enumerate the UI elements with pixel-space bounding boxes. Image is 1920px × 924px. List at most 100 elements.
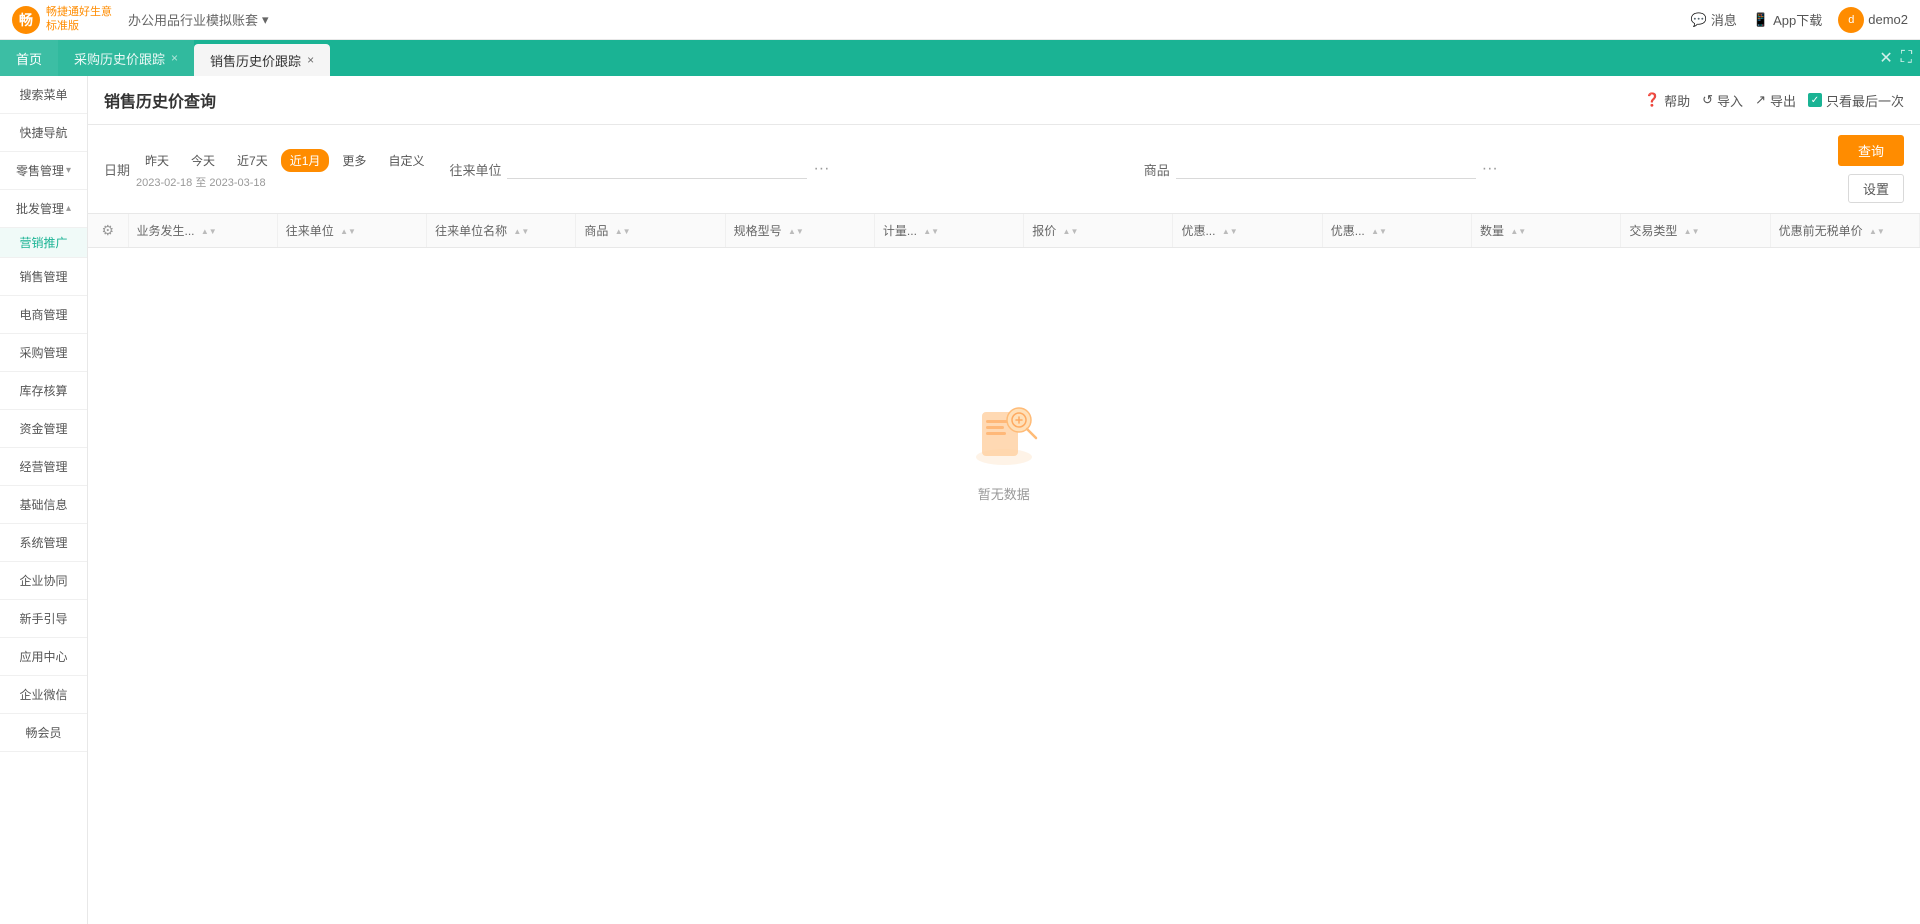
data-table: ⚙ 业务发生... ▲▼ 往来单位 ▲▼ 往来单位名称 ▲▼ [88,214,1920,648]
chevron-down-retail-icon: ▾ [66,165,71,176]
page-title: 销售历史价查询 [104,88,216,112]
sidebar-item-ecommerce[interactable]: 电商管理 [0,296,87,334]
date-btn-today[interactable]: 今天 [182,149,224,172]
avatar: d [1838,7,1864,33]
import-btn[interactable]: ↺ 导入 [1702,91,1743,110]
query-button[interactable]: 查询 [1838,135,1904,166]
sidebar-item-basic[interactable]: 基础信息 [0,486,87,524]
sidebar-item-finance[interactable]: 资金管理 [0,410,87,448]
user-menu[interactable]: d demo2 [1838,7,1908,33]
logo-text: 畅捷通好生意 标准版 [46,6,112,32]
sales-history-tab-label: 销售历史价跟踪 [210,51,301,70]
sidebar-item-shortcuts[interactable]: 快捷导航 [0,114,87,152]
product-input[interactable] [1176,159,1476,179]
sidebar-item-app-center[interactable]: 应用中心 [0,638,87,676]
settings-button[interactable]: 设置 [1848,174,1904,203]
partner-label: 往来单位 [449,160,501,179]
th-spec-label: 规格型号 [734,224,782,238]
th-product[interactable]: 商品 ▲▼ [576,214,725,248]
th-spec[interactable]: 规格型号 ▲▼ [725,214,874,248]
sort-arrows-price: ▲▼ [1063,227,1079,236]
sort-arrows-discount1: ▲▼ [1222,227,1238,236]
app-download-btn[interactable]: 📱 App下载 [1753,10,1822,29]
th-quantity[interactable]: 数量 ▲▼ [1472,214,1621,248]
sidebar-item-purchase[interactable]: 采购管理 [0,334,87,372]
sidebar-label-purchase: 采购管理 [19,346,67,360]
app-selector[interactable]: 办公用品行业模拟账套 ▾ [120,6,277,33]
sidebar-item-retail[interactable]: 零售管理 ▾ [0,152,87,190]
sidebar-item-membership[interactable]: 畅会员 [0,714,87,752]
sidebar-item-system[interactable]: 系统管理 [0,524,87,562]
empty-illustration [964,392,1044,472]
sidebar-label-ecommerce: 电商管理 [19,308,67,322]
table-container: ⚙ 业务发生... ▲▼ 往来单位 ▲▼ 往来单位名称 ▲▼ [88,214,1920,924]
sidebar: 搜索菜单 快捷导航 零售管理 ▾ 批发管理 ▴ 营销推广 销售管理 电商管理 采… [0,76,88,924]
tab-home[interactable]: 首页 [0,40,58,76]
th-partner-name-label: 往来单位名称 [435,224,507,238]
sort-arrows-quantity: ▲▼ [1510,227,1526,236]
date-btn-custom[interactable]: 自定义 [379,149,433,172]
th-discount1[interactable]: 优惠... ▲▼ [1173,214,1322,248]
partner-picker-icon[interactable]: ··· [813,160,829,178]
sidebar-label-system: 系统管理 [19,536,67,550]
chevron-down-icon: ▾ [262,12,269,28]
th-biz-date[interactable]: 业务发生... ▲▼ [128,214,277,248]
tab-bar: 首页 采购历史价跟踪 × 销售历史价跟踪 × ✕ ⛶ [0,40,1920,76]
sidebar-item-wechat[interactable]: 企业微信 [0,676,87,714]
sidebar-label-wholesale: 批发管理 [16,200,64,217]
message-btn[interactable]: 💬 消息 [1691,10,1737,29]
tab-sales-history[interactable]: 销售历史价跟踪 × [194,44,330,76]
maximize-icon[interactable]: ⛶ [1901,49,1912,67]
th-discount2[interactable]: 优惠... ▲▼ [1322,214,1471,248]
date-btn-yesterday[interactable]: 昨天 [136,149,178,172]
th-partner-name[interactable]: 往来单位名称 ▲▼ [427,214,576,248]
partner-input[interactable] [507,159,807,179]
settings-gear-icon[interactable]: ⚙ [101,222,114,238]
th-settings[interactable]: ⚙ [88,214,128,248]
product-label: 商品 [1144,160,1170,179]
sidebar-label-retail: 零售管理 [16,162,64,179]
sidebar-label-basic: 基础信息 [19,498,67,512]
sidebar-label-membership: 畅会员 [25,726,61,740]
close-window-icon[interactable]: ✕ [1879,48,1892,68]
main-layout: 搜索菜单 快捷导航 零售管理 ▾ 批发管理 ▴ 营销推广 销售管理 电商管理 采… [0,76,1920,924]
sort-arrows-pretax-price: ▲▼ [1869,227,1885,236]
filter-row: 日期 昨天 今天 近7天 近1月 更多 自定义 2023-02-18 至 202… [104,135,1904,203]
tab-purchase-history[interactable]: 采购历史价跟踪 × [58,40,194,76]
export-btn[interactable]: ↗ 导出 [1755,91,1796,110]
sidebar-item-marketing[interactable]: 营销推广 [0,228,87,258]
sidebar-item-newbie[interactable]: 新手引导 [0,600,87,638]
checkbox-icon: ✓ [1808,93,1822,107]
sidebar-item-wholesale[interactable]: 批发管理 ▴ [0,190,87,228]
help-btn[interactable]: ❓ 帮助 [1644,91,1690,110]
empty-row: 暂无数据 [88,248,1920,648]
sidebar-item-enterprise[interactable]: 企业协同 [0,562,87,600]
only-last-checkbox[interactable]: ✓ 只看最后一次 [1808,91,1904,110]
date-range-display: 2023-02-18 至 2023-03-18 [136,174,433,190]
th-pretax-price[interactable]: 优惠前无税单价 ▲▼ [1770,214,1919,248]
th-unit[interactable]: 计量... ▲▼ [874,214,1023,248]
filter-bar: 日期 昨天 今天 近7天 近1月 更多 自定义 2023-02-18 至 202… [88,125,1920,214]
sidebar-item-search[interactable]: 搜索菜单 [0,76,87,114]
sidebar-item-sales-mgmt[interactable]: 销售管理 [0,258,87,296]
th-trade-type[interactable]: 交易类型 ▲▼ [1621,214,1770,248]
sidebar-label-shortcuts: 快捷导航 [19,126,67,140]
th-discount1-label: 优惠... [1181,224,1215,238]
export-icon: ↗ [1755,92,1766,108]
close-purchase-tab-icon[interactable]: × [171,51,178,65]
sort-arrows-spec: ▲▼ [788,227,804,236]
product-picker-icon[interactable]: ··· [1482,160,1498,178]
sort-arrows-trade-type: ▲▼ [1684,227,1700,236]
close-sales-tab-icon[interactable]: × [307,53,314,67]
tab-bar-actions: ✕ ⛶ [1879,40,1920,76]
date-btn-7days[interactable]: 近7天 [228,149,277,172]
sidebar-label-sales-mgmt: 销售管理 [19,270,67,284]
sidebar-label-finance: 资金管理 [19,422,67,436]
sidebar-item-operations[interactable]: 经营管理 [0,448,87,486]
sidebar-item-inventory[interactable]: 库存核算 [0,372,87,410]
date-btn-more[interactable]: 更多 [333,149,375,172]
th-price[interactable]: 报价 ▲▼ [1024,214,1173,248]
th-biz-date-label: 业务发生... [137,224,195,238]
date-btn-1month[interactable]: 近1月 [281,149,330,172]
th-partner-code[interactable]: 往来单位 ▲▼ [277,214,426,248]
